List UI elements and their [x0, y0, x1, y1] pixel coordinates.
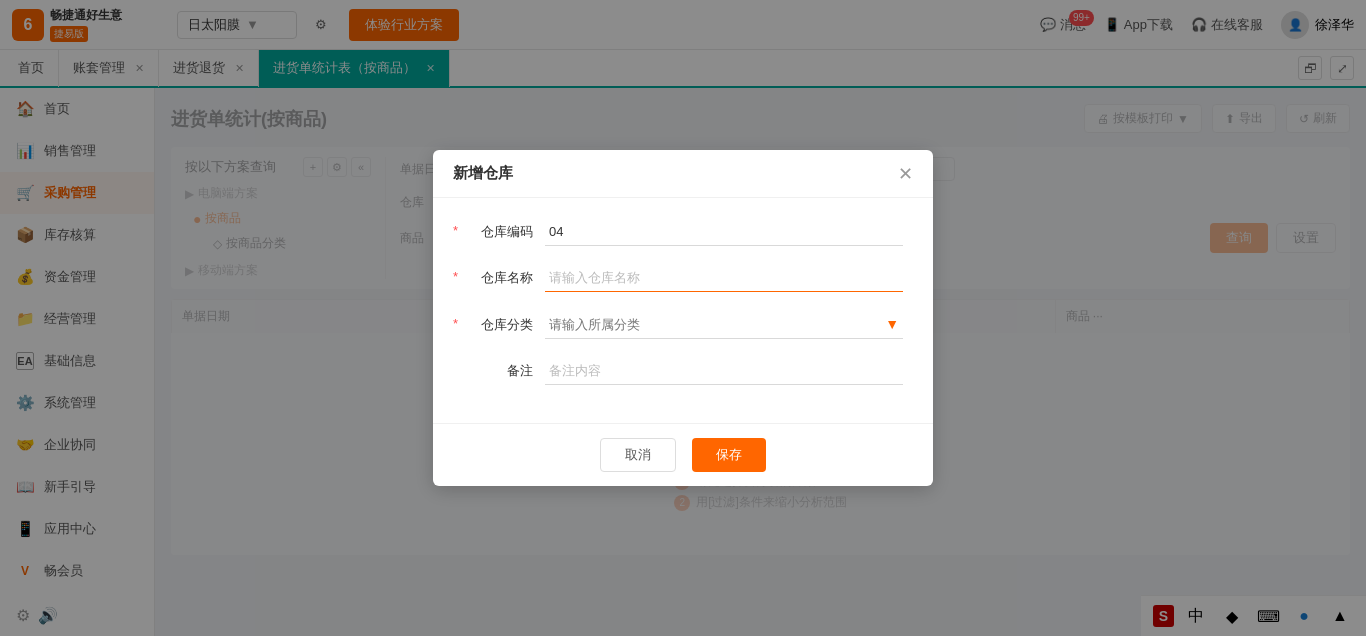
- warehouse-name-input[interactable]: [545, 264, 903, 292]
- warehouse-name-label: 仓库名称: [463, 269, 533, 287]
- warehouse-code-label: 仓库编码: [463, 223, 533, 241]
- warehouse-code-input[interactable]: [545, 218, 903, 246]
- cancel-button[interactable]: 取消: [600, 438, 676, 472]
- warehouse-remark-label: 备注: [463, 362, 533, 380]
- modal-title: 新增仓库: [453, 164, 513, 183]
- warehouse-category-input[interactable]: [549, 317, 885, 332]
- form-row-category: 仓库分类 ▼: [463, 310, 903, 339]
- category-dropdown-arrow: ▼: [885, 316, 899, 332]
- warehouse-remark-input[interactable]: [545, 357, 903, 385]
- modal-close-button[interactable]: ✕: [898, 165, 913, 183]
- form-row-remark: 备注: [463, 357, 903, 385]
- form-row-name: 仓库名称: [463, 264, 903, 292]
- warehouse-category-label: 仓库分类: [463, 316, 533, 334]
- add-warehouse-modal: 新增仓库 ✕ 仓库编码 仓库名称 仓库分类 ▼: [433, 150, 933, 486]
- form-row-code: 仓库编码: [463, 218, 903, 246]
- modal-header: 新增仓库 ✕: [433, 150, 933, 198]
- save-button[interactable]: 保存: [692, 438, 766, 472]
- modal-footer: 取消 保存: [433, 423, 933, 486]
- modal-overlay: 新增仓库 ✕ 仓库编码 仓库名称 仓库分类 ▼: [0, 0, 1366, 636]
- modal-body: 仓库编码 仓库名称 仓库分类 ▼ 备注: [433, 198, 933, 423]
- warehouse-category-input-row: ▼: [545, 310, 903, 339]
